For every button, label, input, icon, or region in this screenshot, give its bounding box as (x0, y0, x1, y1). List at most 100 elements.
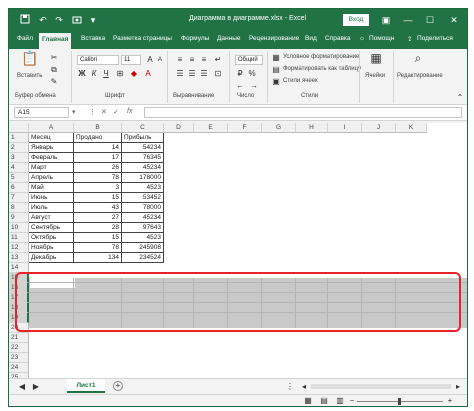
row-header-15[interactable]: 15 (9, 273, 29, 283)
table-header-cell[interactable]: Месяц (29, 133, 74, 143)
conditional-format-button[interactable]: Условное форматирование (283, 54, 359, 60)
table-cell[interactable]: Февраль (29, 153, 74, 163)
table-cell[interactable]: 4523 (122, 183, 164, 193)
table-cell[interactable]: 15 (74, 193, 122, 203)
formula-input[interactable] (144, 107, 462, 118)
tab-page-layout[interactable]: Разметка страницы (113, 35, 172, 42)
close-icon[interactable]: ✕ (445, 13, 463, 27)
align-right-icon[interactable]: ☰ (199, 69, 209, 79)
next-sheet-icon[interactable]: ▶ (31, 382, 41, 392)
table-cell[interactable]: 15 (74, 233, 122, 243)
borders-icon[interactable]: ⊞ (115, 69, 125, 79)
table-cell[interactable]: 45234 (122, 163, 164, 173)
paste-icon[interactable]: 📋 (21, 51, 39, 69)
tab-view[interactable]: Вид (305, 35, 317, 42)
table-cell[interactable]: Сентябрь (29, 223, 74, 233)
row-header-3[interactable]: 3 (9, 153, 29, 163)
help-search[interactable]: Помощн (369, 35, 394, 42)
font-color-icon[interactable]: A (143, 69, 153, 79)
conditional-format-icon[interactable]: ▦ (271, 53, 281, 63)
decrease-font-icon[interactable]: A (155, 55, 165, 65)
table-cell[interactable]: 54234 (122, 143, 164, 153)
table-cell[interactable]: 245908 (122, 243, 164, 253)
row-header-19[interactable]: 19 (9, 313, 29, 323)
name-box[interactable]: A15 (14, 107, 69, 118)
table-cell[interactable]: 178000 (122, 173, 164, 183)
column-header-f[interactable]: F (228, 123, 262, 133)
table-cell[interactable]: 53452 (122, 193, 164, 203)
bold-icon[interactable]: Ж (77, 69, 87, 79)
italic-icon[interactable]: К (89, 69, 99, 79)
increase-decimal-icon[interactable]: → (249, 81, 259, 91)
row-header-5[interactable]: 5 (9, 173, 29, 183)
table-cell[interactable]: 76345 (122, 153, 164, 163)
row-header-1[interactable]: 1 (9, 133, 29, 143)
row-header-10[interactable]: 10 (9, 223, 29, 233)
row-header-8[interactable]: 8 (9, 203, 29, 213)
column-header-g[interactable]: G (262, 123, 296, 133)
fx-icon[interactable]: fx (127, 108, 132, 115)
page-break-view-icon[interactable]: ▥ (335, 396, 345, 406)
horizontal-scrollbar[interactable] (311, 384, 451, 389)
table-cell[interactable]: 78 (74, 243, 122, 253)
table-header-cell[interactable]: Прибыль (122, 133, 164, 143)
prev-sheet-icon[interactable]: ◀ (17, 382, 27, 392)
increase-font-icon[interactable]: A (145, 55, 155, 65)
table-cell[interactable]: Ноябрь (29, 243, 74, 253)
number-format-select[interactable]: Общий (235, 55, 263, 65)
camera-icon[interactable] (71, 14, 83, 26)
table-cell[interactable]: Май (29, 183, 74, 193)
cells-icon[interactable]: ▦ (369, 52, 383, 67)
share-button[interactable]: Поделиться (417, 35, 453, 42)
row-header-20[interactable]: 20 (9, 323, 29, 333)
zoom-slider-thumb[interactable] (398, 398, 401, 405)
worksheet-grid[interactable]: A B C D E F G H I J K 1 2 3 4 5 6 7 8 9 10 11 12 13 14 15 16 17 18 19… (9, 123, 467, 378)
ribbon-display-options-icon[interactable]: ▣ (377, 13, 395, 27)
row-header-7[interactable]: 7 (9, 193, 29, 203)
enter-icon[interactable]: ✓ (113, 108, 119, 116)
page-layout-view-icon[interactable]: ▤ (319, 396, 329, 406)
table-cell[interactable]: 14 (74, 143, 122, 153)
column-header-i[interactable]: I (328, 123, 362, 133)
maximize-icon[interactable]: ☐ (421, 13, 439, 27)
tab-help[interactable]: Справка (325, 35, 351, 42)
table-cell[interactable]: 134 (74, 253, 122, 263)
percent-icon[interactable]: % (247, 69, 257, 79)
copy-icon[interactable]: ⧉ (49, 65, 59, 75)
font-size-select[interactable]: 11 (121, 55, 141, 65)
zoom-in-icon[interactable]: + (445, 396, 455, 406)
decrease-decimal-icon[interactable]: ← (235, 81, 245, 91)
active-cell[interactable] (30, 278, 75, 288)
table-header-cell[interactable]: Продано (74, 133, 122, 143)
table-cell[interactable]: 43 (74, 203, 122, 213)
table-cell[interactable]: 17 (74, 153, 122, 163)
table-cell[interactable]: 234524 (122, 253, 164, 263)
tab-file[interactable]: Файл (17, 35, 33, 42)
table-cell[interactable]: 3 (74, 183, 122, 193)
normal-view-icon[interactable]: ▦ (303, 396, 313, 406)
table-cell[interactable]: Октябрь (29, 233, 74, 243)
table-cell[interactable]: Июнь (29, 193, 74, 203)
row-header-18[interactable]: 18 (9, 303, 29, 313)
row-header-6[interactable]: 6 (9, 183, 29, 193)
column-header-k[interactable]: K (396, 123, 427, 133)
column-header-e[interactable]: E (194, 123, 228, 133)
select-all-corner[interactable] (9, 123, 29, 133)
minimize-icon[interactable]: — (399, 13, 417, 27)
share-icon[interactable]: ⇪ (407, 35, 412, 43)
currency-icon[interactable]: ₽ (235, 69, 245, 79)
customize-icon[interactable]: ▾ (87, 14, 99, 26)
row-header-11[interactable]: 11 (9, 233, 29, 243)
table-cell[interactable]: Август (29, 213, 74, 223)
table-cell[interactable]: Январь (29, 143, 74, 153)
row-header-2[interactable]: 2 (9, 143, 29, 153)
tab-review[interactable]: Рецензирование (249, 35, 299, 42)
name-box-dropdown-icon[interactable]: ▾ (72, 108, 76, 116)
wrap-text-icon[interactable]: ↵ (213, 55, 223, 65)
paste-button[interactable]: Вставить (17, 73, 42, 79)
format-as-table-button[interactable]: Форматировать как таблицу (283, 66, 361, 72)
login-button[interactable]: Вход (343, 14, 369, 26)
redo-icon[interactable]: ↷ (53, 14, 65, 26)
editing-button[interactable]: Редактирование (397, 73, 443, 79)
format-painter-icon[interactable]: ✎ (49, 77, 59, 87)
